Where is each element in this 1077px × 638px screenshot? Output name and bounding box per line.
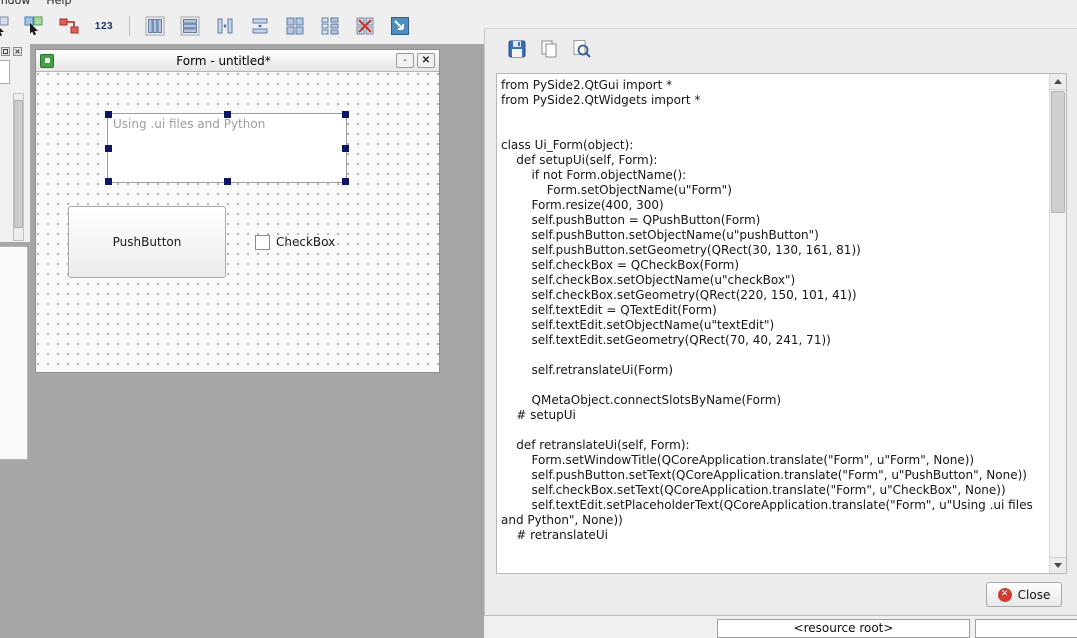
resource-root-label: <resource root> xyxy=(794,621,894,635)
edit-widgets-glyph xyxy=(23,15,45,37)
copy-button[interactable] xyxy=(537,37,561,61)
form-window-icon xyxy=(40,54,54,68)
menubar: Window Help xyxy=(0,0,1077,8)
selection-handle[interactable] xyxy=(224,178,231,185)
code-editor[interactable]: from PySide2.QtGui import * from PySide2… xyxy=(496,73,1067,574)
resource-side-panel[interactable] xyxy=(975,619,1077,638)
checkbox-widget[interactable]: CheckBox xyxy=(255,233,335,251)
signals-slots-glyph xyxy=(58,15,80,37)
scroll-down-icon[interactable] xyxy=(1050,557,1066,573)
left-scrollbar-thumb[interactable] xyxy=(14,100,23,228)
splitter-horizontal-glyph xyxy=(214,15,236,37)
form-window-titlebar[interactable]: Form - untitled* - ✕ xyxy=(36,50,439,72)
selection-handle[interactable] xyxy=(342,111,349,118)
layout-vertical-icon[interactable] xyxy=(178,14,202,38)
selection-handle[interactable] xyxy=(342,178,349,185)
close-glyph xyxy=(15,49,20,54)
grid-layout-glyph xyxy=(284,15,306,37)
resource-browser-strip: <resource root> xyxy=(484,616,1077,638)
save-button[interactable] xyxy=(505,37,529,61)
menu-help[interactable]: Help xyxy=(46,0,71,7)
layout-horizontal-glyph xyxy=(144,15,166,37)
selection-handle[interactable] xyxy=(224,111,231,118)
save-icon xyxy=(506,38,528,60)
layout-grid-icon[interactable] xyxy=(283,14,307,38)
pushbutton-widget[interactable]: PushButton xyxy=(68,206,226,278)
dock-close-icon[interactable] xyxy=(13,47,22,56)
find-icon xyxy=(570,38,592,60)
float-glyph xyxy=(3,49,8,54)
selection-handle[interactable] xyxy=(105,178,112,185)
break-layout-glyph xyxy=(354,15,376,37)
break-layout-icon[interactable] xyxy=(353,14,377,38)
code-preview-dialog: from PySide2.QtGui import * from PySide2… xyxy=(484,28,1077,616)
selection-handle[interactable] xyxy=(342,145,349,152)
layout-vertical-glyph xyxy=(179,15,201,37)
splitter-vertical-glyph xyxy=(249,15,271,37)
adjust-size-icon[interactable] xyxy=(388,14,412,38)
toolbar-separator xyxy=(129,16,130,36)
copy-icon xyxy=(538,38,560,60)
widget-grid-cursor-icon xyxy=(0,15,10,37)
textedit-placeholder: Using .ui files and Python xyxy=(113,117,265,131)
edit-widgets-tool-icon[interactable] xyxy=(0,14,11,38)
scroll-up-icon[interactable] xyxy=(1050,74,1066,90)
close-button[interactable]: ✕ xyxy=(417,53,435,68)
layout-splitter-horizontal-icon[interactable] xyxy=(213,14,237,38)
left-scrollbar[interactable] xyxy=(13,93,24,241)
filter-box-fragment[interactable] xyxy=(0,60,10,84)
textedit-widget[interactable]: Using .ui files and Python xyxy=(107,113,347,183)
code-scrollbar-thumb[interactable] xyxy=(1051,91,1065,213)
code-text[interactable]: from PySide2.QtGui import * from PySide2… xyxy=(501,78,1048,569)
preview-toolbar xyxy=(505,37,593,61)
form-canvas[interactable]: Using .ui files and Python PushButton Ch… xyxy=(36,72,439,372)
menu-window[interactable]: Window xyxy=(0,0,30,7)
close-dialog-button[interactable]: ✕ Close xyxy=(986,582,1062,607)
code-scrollbar[interactable] xyxy=(1049,74,1066,573)
layout-splitter-vertical-icon[interactable] xyxy=(248,14,272,38)
edit-widgets-icon[interactable] xyxy=(22,14,46,38)
adjust-size-glyph xyxy=(389,15,411,37)
edit-signals-slots-icon[interactable] xyxy=(57,14,81,38)
dock-float-icon[interactable] xyxy=(1,47,10,56)
selection-handle[interactable] xyxy=(105,111,112,118)
checkbox-label: CheckBox xyxy=(276,235,335,249)
form-layout-glyph xyxy=(319,15,341,37)
layout-form-icon[interactable] xyxy=(318,14,342,38)
selection-handle[interactable] xyxy=(105,145,112,152)
widget-box-dock-fragment xyxy=(0,44,30,242)
qt-designer-window: Window Help 123 xyxy=(0,0,1077,638)
close-circle-icon: ✕ xyxy=(998,588,1012,602)
edit-tab-order-icon[interactable]: 123 xyxy=(92,14,116,38)
close-button-label: Close xyxy=(1018,588,1051,602)
form-window-title: Form - untitled* xyxy=(54,54,393,68)
tab-order-numbers: 123 xyxy=(95,21,113,32)
form-designer-window: Form - untitled* - ✕ Using .ui files and… xyxy=(35,49,440,373)
checkbox-indicator[interactable] xyxy=(255,235,270,250)
layout-horizontal-icon[interactable] xyxy=(143,14,167,38)
minimize-button[interactable]: - xyxy=(396,53,414,68)
resource-tree[interactable]: <resource root> xyxy=(717,619,970,638)
left-dock-panel-fragment xyxy=(0,246,28,460)
find-button[interactable] xyxy=(569,37,593,61)
